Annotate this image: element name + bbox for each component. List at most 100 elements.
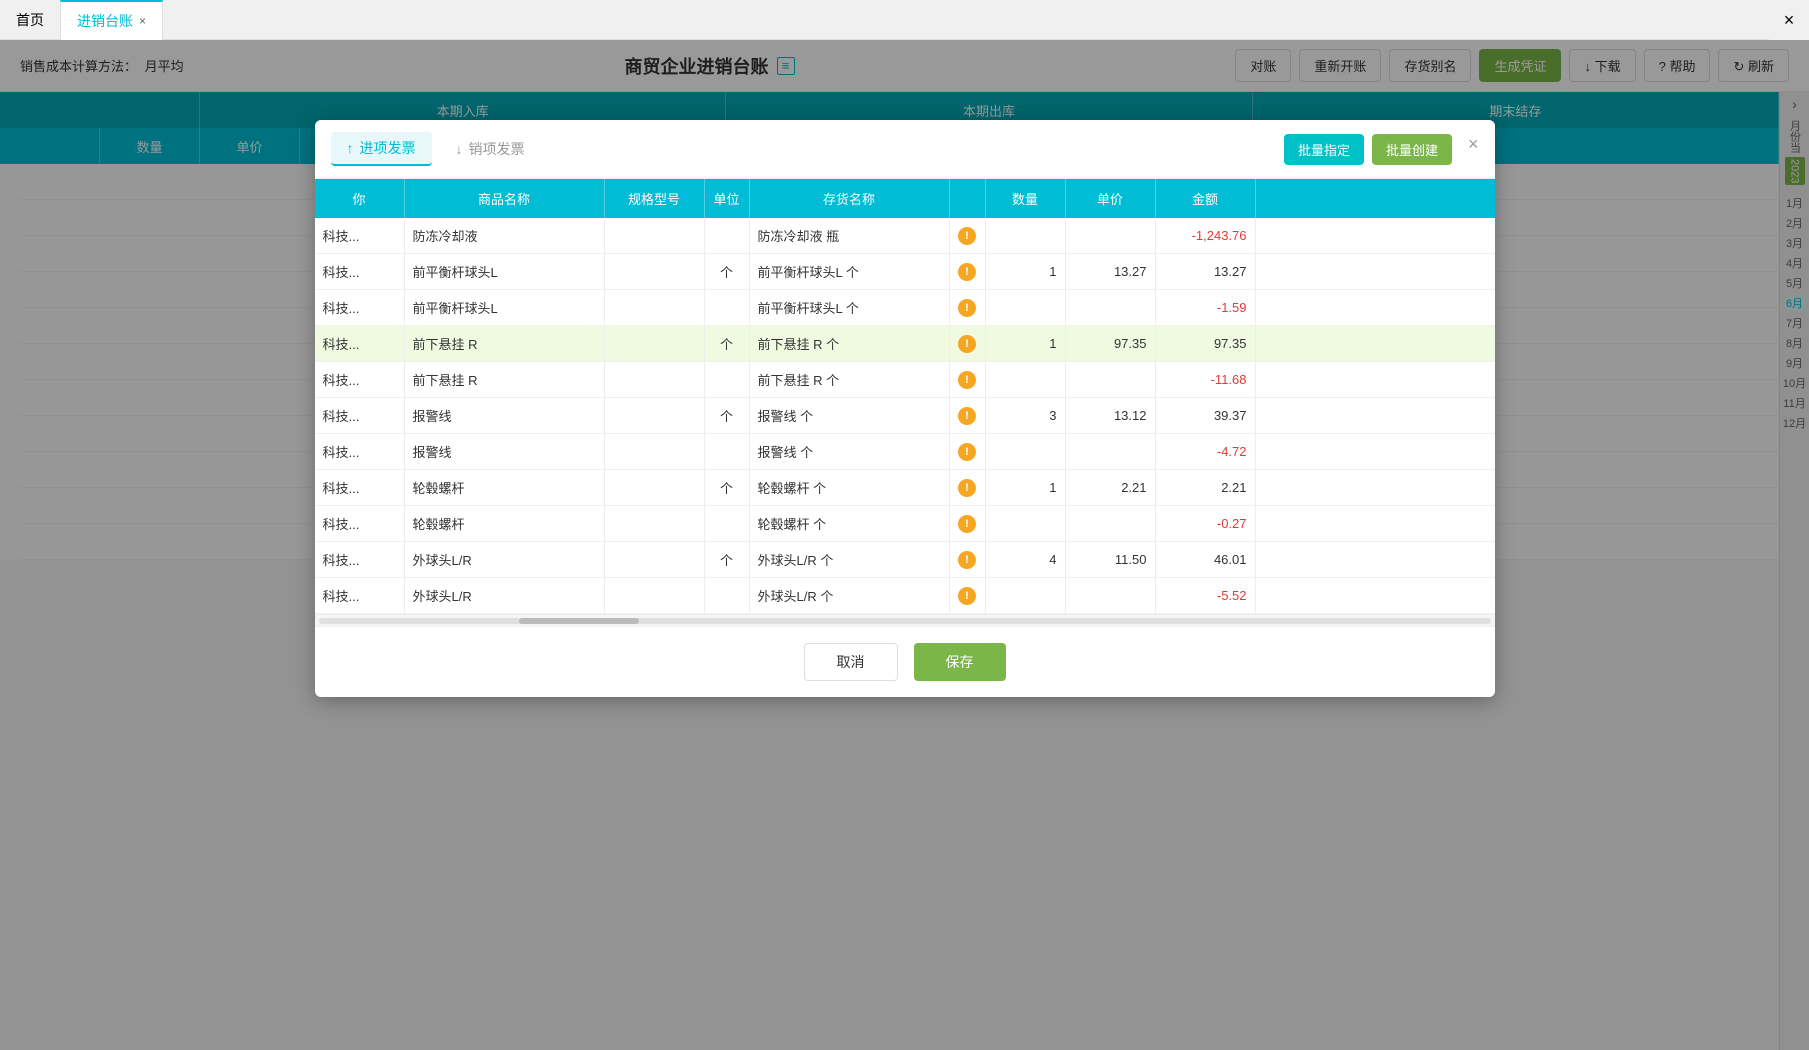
cell-amount: -0.27 — [1156, 506, 1256, 541]
cell-warn: ! — [950, 254, 986, 289]
cancel-button[interactable]: 取消 — [804, 643, 898, 681]
cell-amount: 46.01 — [1156, 542, 1256, 577]
table-body: 科技... 防冻冷却液 防冻冷却液 瓶 ! -1,243.76 科技... 前平… — [315, 218, 1495, 614]
cell-spec — [605, 290, 705, 325]
cell-price: 97.35 — [1066, 326, 1156, 361]
cell-stock: 轮毂螺杆 个 — [750, 506, 950, 541]
table-row[interactable]: 科技... 报警线 个 报警线 个 ! 3 13.12 39.37 — [315, 398, 1495, 434]
cell-warn: ! — [950, 326, 986, 361]
table-row[interactable]: 科技... 报警线 报警线 个 ! -4.72 — [315, 434, 1495, 470]
cell-qty — [986, 218, 1066, 253]
cell-goods: 前平衡杆球头L — [405, 254, 605, 289]
scrollbar-track[interactable] — [319, 618, 1491, 624]
cell-amount: 2.21 — [1156, 470, 1256, 505]
table-row[interactable]: 科技... 前下悬挂 R 个 前下悬挂 R 个 ! 1 97.35 97.35 — [315, 326, 1495, 362]
cell-warn: ! — [950, 470, 986, 505]
tab-close-icon[interactable]: × — [139, 14, 146, 28]
modal-close-button[interactable]: × — [1468, 134, 1479, 165]
warning-icon: ! — [958, 587, 976, 605]
cell-qty: 1 — [986, 254, 1066, 289]
cell-amount: -11.68 — [1156, 362, 1256, 397]
modal-header: ↑ 进项发票 ↓ 销项发票 批量指定 批量创建 × — [315, 120, 1495, 179]
cell-goods: 前下悬挂 R — [405, 362, 605, 397]
batch-assign-button[interactable]: 批量指定 — [1284, 134, 1364, 165]
cell-goods: 报警线 — [405, 434, 605, 469]
batch-create-button[interactable]: 批量创建 — [1372, 134, 1452, 165]
col-header-unit: 单位 — [705, 179, 750, 218]
table-row[interactable]: 科技... 前平衡杆球头L 个 前平衡杆球头L 个 ! 1 13.27 13.2… — [315, 254, 1495, 290]
cell-price: 2.21 — [1066, 470, 1156, 505]
scrollbar-thumb[interactable] — [519, 618, 639, 624]
cell-unit: 个 — [705, 398, 750, 433]
cell-unit — [705, 362, 750, 397]
cell-price — [1066, 434, 1156, 469]
cell-warn: ! — [950, 362, 986, 397]
table-row[interactable]: 科技... 外球头L/R 个 外球头L/R 个 ! 4 11.50 46.01 — [315, 542, 1495, 578]
cell-spec — [605, 542, 705, 577]
cell-unit: 个 — [705, 326, 750, 361]
app-close-button[interactable]: × — [1769, 0, 1809, 40]
table-header-row: 你 商品名称 规格型号 单位 存货名称 数量 单价 金额 — [315, 179, 1495, 218]
cell-amount: -1.59 — [1156, 290, 1256, 325]
cell-spec — [605, 398, 705, 433]
tab-purchase-invoice[interactable]: ↑ 进项发票 — [331, 132, 432, 166]
cell-spec — [605, 434, 705, 469]
cell-amount: -1,243.76 — [1156, 218, 1256, 253]
cell-name: 科技... — [315, 362, 405, 397]
cell-name: 科技... — [315, 218, 405, 253]
cell-amount: 97.35 — [1156, 326, 1256, 361]
purchase-tab-label: 进项发票 — [360, 138, 416, 158]
modal-overlay: ↑ 进项发票 ↓ 销项发票 批量指定 批量创建 × 你 商品名称 — [0, 40, 1809, 1050]
modal-footer: 取消 保存 — [315, 626, 1495, 697]
cell-warn: ! — [950, 218, 986, 253]
cell-unit — [705, 578, 750, 613]
cell-spec — [605, 506, 705, 541]
sales-tab-icon: ↓ — [456, 141, 463, 157]
cell-qty — [986, 578, 1066, 613]
table-row[interactable]: 科技... 防冻冷却液 防冻冷却液 瓶 ! -1,243.76 — [315, 218, 1495, 254]
cell-spec — [605, 218, 705, 253]
cell-spec — [605, 362, 705, 397]
cell-unit: 个 — [705, 470, 750, 505]
cell-goods: 前下悬挂 R — [405, 326, 605, 361]
cell-amount: 39.37 — [1156, 398, 1256, 433]
cell-unit — [705, 290, 750, 325]
cell-goods: 外球头L/R — [405, 578, 605, 613]
cell-qty: 4 — [986, 542, 1066, 577]
cell-qty: 3 — [986, 398, 1066, 433]
tab-home[interactable]: 首页 — [0, 0, 60, 40]
cell-goods: 轮毂螺杆 — [405, 470, 605, 505]
tab-sales-invoice[interactable]: ↓ 销项发票 — [440, 133, 541, 165]
col-header-warn — [950, 179, 986, 218]
cell-unit: 个 — [705, 542, 750, 577]
save-button[interactable]: 保存 — [914, 643, 1006, 681]
cell-qty — [986, 362, 1066, 397]
tab-ledger[interactable]: 进销台账 × — [60, 0, 163, 40]
horizontal-scrollbar[interactable] — [315, 614, 1495, 626]
cell-qty — [986, 506, 1066, 541]
col-header-amount: 金额 — [1156, 179, 1256, 218]
invoice-table: 你 商品名称 规格型号 单位 存货名称 数量 单价 金额 科技... 防冻冷却液… — [315, 179, 1495, 614]
table-row[interactable]: 科技... 轮毂螺杆 轮毂螺杆 个 ! -0.27 — [315, 506, 1495, 542]
cell-name: 科技... — [315, 470, 405, 505]
cell-price — [1066, 578, 1156, 613]
cell-stock: 外球头L/R 个 — [750, 542, 950, 577]
cell-unit — [705, 218, 750, 253]
cell-name: 科技... — [315, 326, 405, 361]
cell-stock: 前平衡杆球头L 个 — [750, 290, 950, 325]
cell-price — [1066, 290, 1156, 325]
cell-warn: ! — [950, 434, 986, 469]
cell-warn: ! — [950, 506, 986, 541]
cell-stock: 前下悬挂 R 个 — [750, 326, 950, 361]
table-row[interactable]: 科技... 前平衡杆球头L 前平衡杆球头L 个 ! -1.59 — [315, 290, 1495, 326]
table-row[interactable]: 科技... 前下悬挂 R 前下悬挂 R 个 ! -11.68 — [315, 362, 1495, 398]
table-row[interactable]: 科技... 轮毂螺杆 个 轮毂螺杆 个 ! 1 2.21 2.21 — [315, 470, 1495, 506]
tab-ledger-label: 进销台账 — [77, 11, 133, 31]
cell-stock: 报警线 个 — [750, 434, 950, 469]
table-row[interactable]: 科技... 外球头L/R 外球头L/R 个 ! -5.52 — [315, 578, 1495, 614]
warning-icon: ! — [958, 263, 976, 281]
cell-warn: ! — [950, 542, 986, 577]
modal-dialog: ↑ 进项发票 ↓ 销项发票 批量指定 批量创建 × 你 商品名称 — [315, 120, 1495, 697]
cell-price: 13.12 — [1066, 398, 1156, 433]
cell-name: 科技... — [315, 506, 405, 541]
